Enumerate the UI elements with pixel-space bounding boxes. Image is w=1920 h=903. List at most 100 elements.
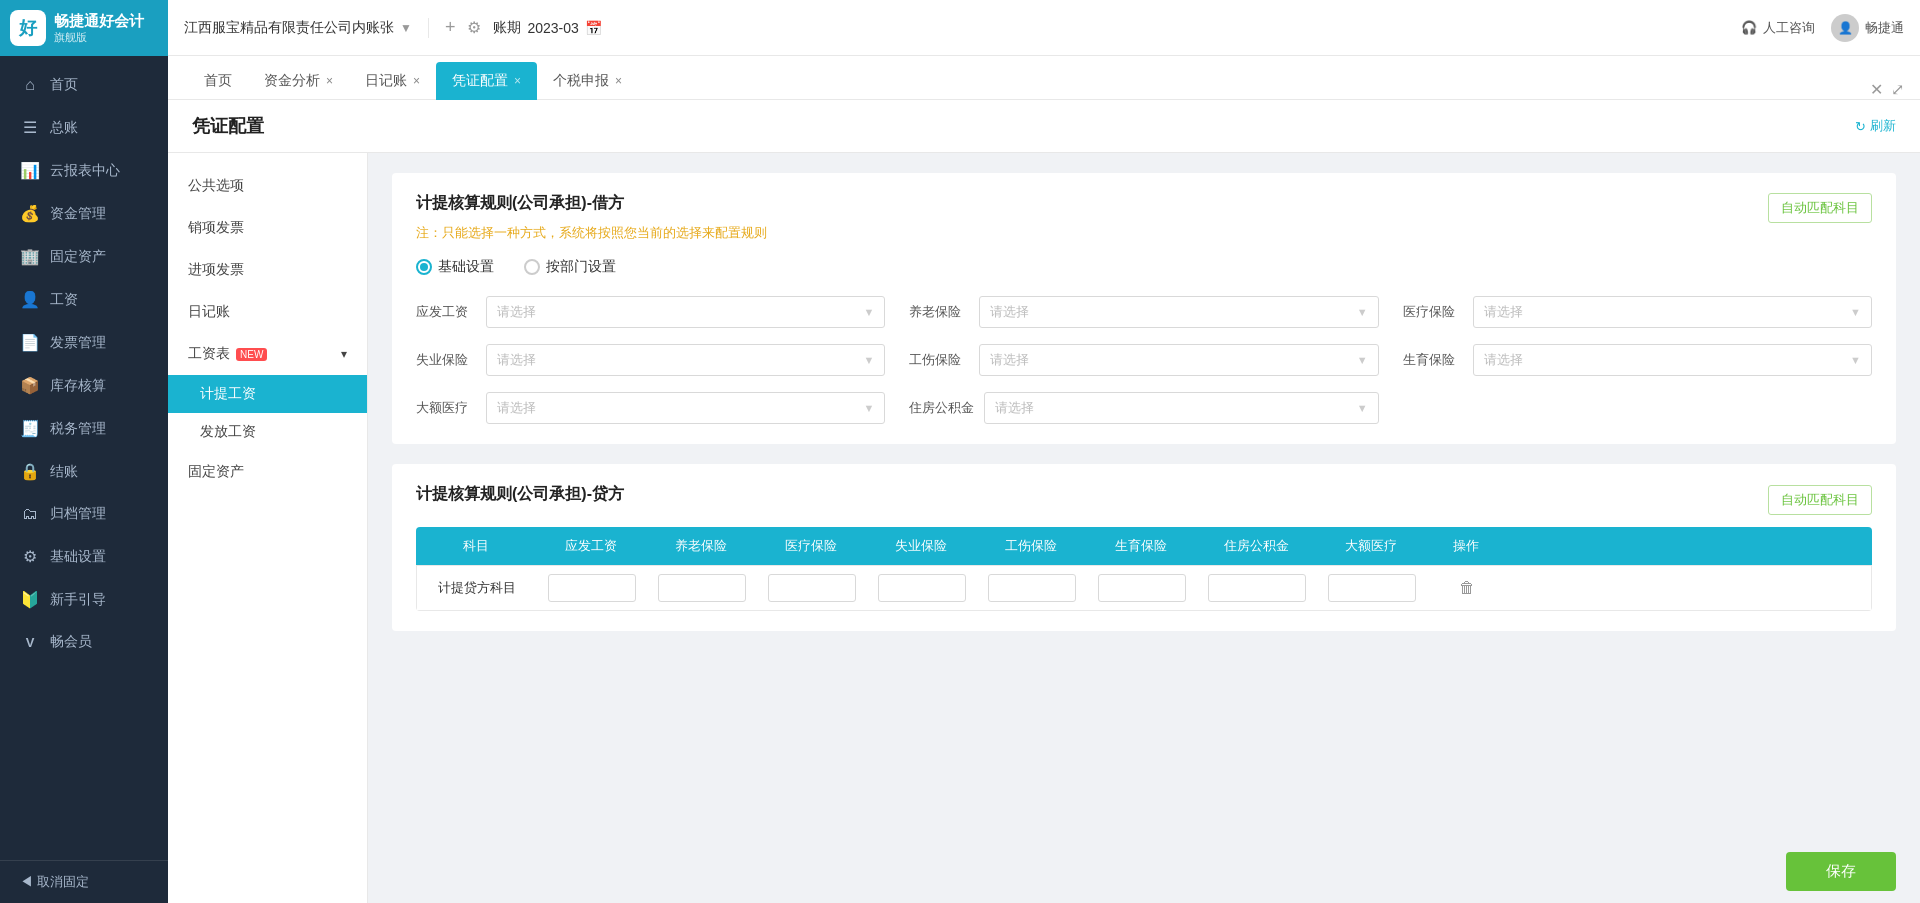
td-gongshang[interactable] bbox=[977, 566, 1087, 610]
tabbar: 首页 资金分析 × 日记账 × 凭证配置 × 个税申报 × ✕ ⤢ bbox=[168, 56, 1920, 100]
avatar-icon: 👤 bbox=[1838, 21, 1853, 35]
input-dae[interactable] bbox=[1328, 574, 1416, 602]
td-gongjijin[interactable] bbox=[1197, 566, 1317, 610]
input-yingfa[interactable] bbox=[548, 574, 636, 602]
expand-icon: ▾ bbox=[341, 347, 347, 361]
select-yingfa[interactable]: 请选择 ▼ bbox=[486, 296, 885, 328]
sidebar-item-ledger[interactable]: ☰ 总账 bbox=[0, 106, 168, 149]
input-gongjijin[interactable] bbox=[1208, 574, 1305, 602]
menu-item-accrue[interactable]: 计提工资 bbox=[168, 375, 367, 413]
sidebar-item-salary[interactable]: 👤 工资 bbox=[0, 278, 168, 321]
input-gongshang[interactable] bbox=[988, 574, 1076, 602]
select-gongjijin-arrow: ▼ bbox=[1357, 402, 1368, 414]
tab-voucher-label: 凭证配置 bbox=[452, 72, 508, 90]
select-yiliao[interactable]: 请选择 ▼ bbox=[1473, 296, 1872, 328]
field-shengyu: 生育保险 请选择 ▼ bbox=[1403, 344, 1872, 376]
company-selector[interactable]: 江西服宝精品有限责任公司内账张 ▼ bbox=[184, 19, 412, 37]
label-gongjijin: 住房公积金 bbox=[909, 399, 974, 417]
add-company-button[interactable]: + bbox=[445, 17, 456, 38]
menu-item-salary-table[interactable]: 工资表NEW ▾ bbox=[168, 333, 367, 375]
tab-journal[interactable]: 日记账 × bbox=[349, 62, 436, 100]
select-shiye[interactable]: 请选择 ▼ bbox=[486, 344, 885, 376]
sidebar-item-assets[interactable]: 🏢 固定资产 bbox=[0, 235, 168, 278]
td-yanglao[interactable] bbox=[647, 566, 757, 610]
save-button[interactable]: 保存 bbox=[1786, 852, 1896, 891]
service-button[interactable]: 🎧 人工咨询 bbox=[1741, 19, 1815, 37]
menu-item-fixed-assets[interactable]: 固定资产 bbox=[168, 451, 367, 493]
credit-auto-match-button[interactable]: 自动匹配科目 bbox=[1768, 485, 1872, 515]
tab-voucher-close[interactable]: × bbox=[514, 74, 521, 88]
menu-item-purchase[interactable]: 进项发票 bbox=[168, 249, 367, 291]
tab-funds[interactable]: 资金分析 × bbox=[248, 62, 349, 100]
select-dae[interactable]: 请选择 ▼ bbox=[486, 392, 885, 424]
field-yanglao: 养老保险 请选择 ▼ bbox=[909, 296, 1378, 328]
td-yiliao[interactable] bbox=[757, 566, 867, 610]
td-shengyu[interactable] bbox=[1087, 566, 1197, 610]
label-yanglao: 养老保险 bbox=[909, 303, 969, 321]
sidebar-logo[interactable]: 好 畅捷通好会计 旗舰版 bbox=[0, 0, 168, 56]
tab-journal-close[interactable]: × bbox=[413, 74, 420, 88]
sidebar-item-funds[interactable]: 💰 资金管理 bbox=[0, 192, 168, 235]
select-gongshang[interactable]: 请选择 ▼ bbox=[979, 344, 1378, 376]
sidebar-item-invoice[interactable]: 📄 发票管理 bbox=[0, 321, 168, 364]
headset-icon: 🎧 bbox=[1741, 20, 1757, 35]
input-yiliao[interactable] bbox=[768, 574, 856, 602]
sidebar-item-reports[interactable]: 📊 云报表中心 bbox=[0, 149, 168, 192]
select-yiliao-value: 请选择 bbox=[1484, 303, 1523, 321]
tab-home[interactable]: 首页 bbox=[188, 62, 248, 100]
topbar-divider1 bbox=[428, 18, 429, 38]
menu-item-public[interactable]: 公共选项 bbox=[168, 165, 367, 207]
tab-funds-close[interactable]: × bbox=[326, 74, 333, 88]
refresh-button[interactable]: ↻ 刷新 bbox=[1855, 117, 1896, 135]
menu-item-pay[interactable]: 发放工资 bbox=[168, 413, 367, 451]
close-tab-button[interactable]: ✕ bbox=[1870, 80, 1883, 99]
radio-dept[interactable]: 按部门设置 bbox=[524, 258, 616, 276]
input-yanglao[interactable] bbox=[658, 574, 746, 602]
label-shengyu: 生育保险 bbox=[1403, 351, 1463, 369]
tab-voucher[interactable]: 凭证配置 × bbox=[436, 62, 537, 100]
settings-button[interactable]: ⚙ bbox=[467, 18, 481, 37]
select-shengyu[interactable]: 请选择 ▼ bbox=[1473, 344, 1872, 376]
delete-row-button[interactable]: 🗑 bbox=[1459, 579, 1475, 597]
tab-funds-label: 资金分析 bbox=[264, 72, 320, 90]
select-gongjijin[interactable]: 请选择 ▼ bbox=[984, 392, 1378, 424]
td-dae[interactable] bbox=[1317, 566, 1427, 610]
tab-tax-close[interactable]: × bbox=[615, 74, 622, 88]
new-badge: NEW bbox=[236, 348, 267, 361]
radio-basic[interactable]: 基础设置 bbox=[416, 258, 494, 276]
label-yingfa: 应发工资 bbox=[416, 303, 476, 321]
logo-icon: 好 bbox=[10, 10, 46, 46]
sidebar-item-closing[interactable]: 🔒 结账 bbox=[0, 450, 168, 493]
input-shengyu[interactable] bbox=[1098, 574, 1186, 602]
user-menu[interactable]: 👤 畅捷通 bbox=[1831, 14, 1904, 42]
tab-tax[interactable]: 个税申报 × bbox=[537, 62, 638, 100]
credit-section-title: 计提核算规则(公司承担)-贷方 bbox=[416, 484, 624, 505]
sidebar-item-home[interactable]: ⌂ 首页 bbox=[0, 64, 168, 106]
debit-section-note: 注：只能选择一种方式，系统将按照您当前的选择来配置规则 bbox=[416, 224, 1768, 242]
sidebar-label-guide: 新手引导 bbox=[50, 591, 106, 609]
sidebar-item-settings[interactable]: ⚙ 基础设置 bbox=[0, 535, 168, 578]
sidebar-item-vip[interactable]: V 畅会员 bbox=[0, 621, 168, 663]
sidebar-item-archive[interactable]: 🗂 归档管理 bbox=[0, 493, 168, 535]
td-shiye[interactable] bbox=[867, 566, 977, 610]
sidebar-item-inventory[interactable]: 📦 库存核算 bbox=[0, 364, 168, 407]
period-selector[interactable]: 账期 2023-03 📅 bbox=[493, 19, 601, 37]
expand-button[interactable]: ⤢ bbox=[1891, 80, 1904, 99]
menu-item-journal[interactable]: 日记账 bbox=[168, 291, 367, 333]
select-shengyu-arrow: ▼ bbox=[1850, 354, 1861, 366]
home-icon: ⌂ bbox=[20, 76, 40, 94]
select-yanglao[interactable]: 请选择 ▼ bbox=[979, 296, 1378, 328]
salary-table-label: 工资表NEW bbox=[188, 345, 267, 363]
td-action[interactable]: 🗑 bbox=[1427, 566, 1507, 610]
service-label: 人工咨询 bbox=[1763, 19, 1815, 37]
menu-item-sales[interactable]: 销项发票 bbox=[168, 207, 367, 249]
debit-auto-match-button[interactable]: 自动匹配科目 bbox=[1768, 193, 1872, 223]
refresh-icon: ↻ bbox=[1855, 119, 1866, 134]
field-yiliao: 医疗保险 请选择 ▼ bbox=[1403, 296, 1872, 328]
sidebar-pin-toggle[interactable]: ◀ 取消固定 bbox=[0, 860, 168, 903]
input-shiye[interactable] bbox=[878, 574, 966, 602]
sidebar-item-tax[interactable]: 🧾 税务管理 bbox=[0, 407, 168, 450]
td-yingfa[interactable] bbox=[537, 566, 647, 610]
page-header: 凭证配置 ↻ 刷新 bbox=[168, 100, 1920, 153]
sidebar-item-guide[interactable]: 🔰 新手引导 bbox=[0, 578, 168, 621]
